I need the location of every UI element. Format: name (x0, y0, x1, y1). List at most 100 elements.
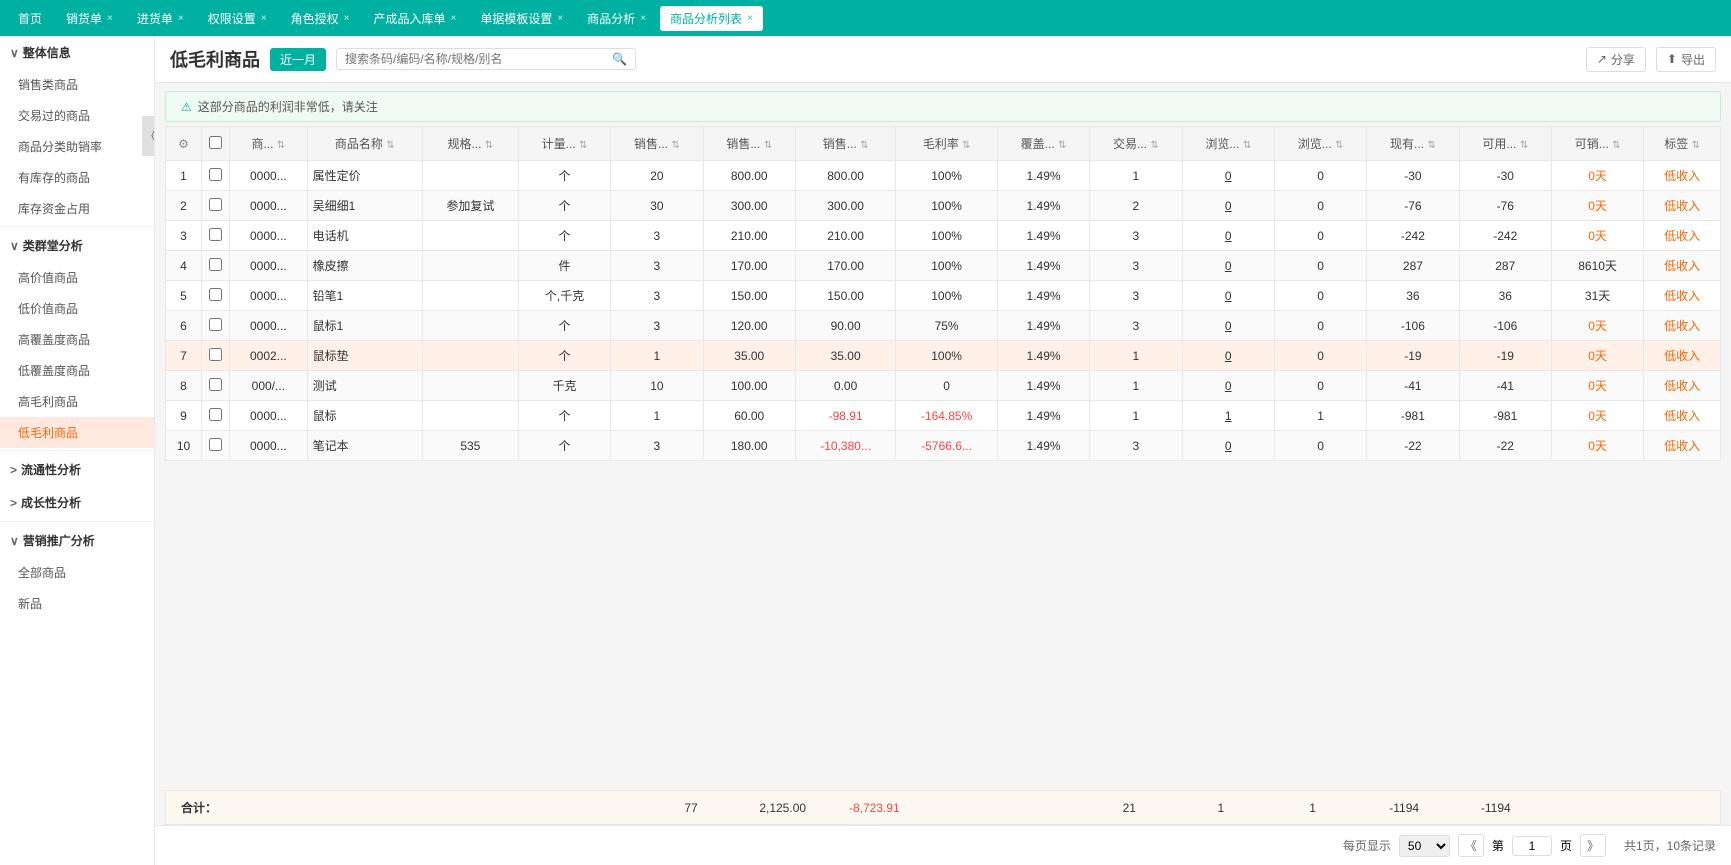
td-sales3: 150.00 (795, 281, 895, 311)
nav-sales[interactable]: 销货单 × (56, 6, 123, 31)
select-all-checkbox[interactable] (209, 136, 222, 149)
nav-permissions[interactable]: 权限设置 × (198, 6, 277, 31)
td-browse1[interactable]: 1 (1182, 401, 1274, 431)
td-checkbox[interactable] (202, 281, 230, 311)
sidebar-item-new-goods[interactable]: 新品 (0, 588, 154, 619)
close-icon[interactable]: × (261, 13, 267, 24)
td-code: 0000... (230, 251, 308, 281)
per-page-select[interactable]: 50 100 200 (1399, 835, 1450, 857)
td-browse2: 0 (1274, 311, 1366, 341)
th-stock2[interactable]: 可用... ⇅ (1459, 127, 1551, 161)
th-sales1[interactable]: 销售... ⇅ (611, 127, 703, 161)
export-button[interactable]: ⬆ 导出 (1656, 47, 1716, 72)
sidebar-item-high-value[interactable]: 高价值商品 (0, 262, 154, 293)
table-wrapper[interactable]: ⚙ 商... ⇅ 商品名称 ⇅ 规格... ⇅ 计量... ⇅ 销售... ⇅ … (155, 126, 1731, 790)
nav-purchase[interactable]: 进货单 × (127, 6, 194, 31)
close-icon[interactable]: × (107, 13, 113, 24)
td-checkbox[interactable] (202, 341, 230, 371)
td-browse1[interactable]: 0 (1182, 371, 1274, 401)
settings-icon[interactable]: ⚙ (178, 137, 189, 151)
sidebar-item-traded-goods[interactable]: 交易过的商品 (0, 100, 154, 131)
td-unit: 千克 (518, 371, 610, 401)
search-input[interactable] (345, 52, 612, 66)
td-checkbox[interactable] (202, 251, 230, 281)
nav-home[interactable]: 首页 (8, 6, 52, 31)
th-unit[interactable]: 计量... ⇅ (518, 127, 610, 161)
th-coverage[interactable]: 覆盖... ⇅ (997, 127, 1089, 161)
td-browse1[interactable]: 0 (1182, 431, 1274, 461)
sidebar-item-stock-funds[interactable]: 库存资金占用 (0, 193, 154, 224)
prev-page-button[interactable]: 《 (1458, 834, 1484, 857)
th-stock1[interactable]: 现有... ⇅ (1367, 127, 1459, 161)
th-checkbox[interactable] (202, 127, 230, 161)
td-checkbox[interactable] (202, 221, 230, 251)
sidebar-item-high-coverage[interactable]: 高覆盖度商品 (0, 324, 154, 355)
nav-template[interactable]: 单据模板设置 × (470, 6, 573, 31)
td-name: 笔记本 (307, 431, 422, 461)
sidebar-group-cluster[interactable]: ∨ 类群堂分析 (0, 229, 154, 262)
close-icon[interactable]: × (640, 13, 646, 24)
sidebar-item-low-value[interactable]: 低价值商品 (0, 293, 154, 324)
td-unit: 个 (518, 401, 610, 431)
th-name[interactable]: 商品名称 ⇅ (307, 127, 422, 161)
th-settings[interactable]: ⚙ (166, 127, 202, 161)
th-tag[interactable]: 标签 ⇅ (1644, 127, 1721, 161)
footer-label: 合计： (181, 799, 217, 816)
td-browse1[interactable]: 0 (1182, 341, 1274, 371)
td-checkbox[interactable] (202, 191, 230, 221)
td-browse1[interactable]: 0 (1182, 221, 1274, 251)
th-browse2[interactable]: 浏览... ⇅ (1274, 127, 1366, 161)
sidebar-item-all-goods[interactable]: 全部商品 (0, 557, 154, 588)
th-code[interactable]: 商... ⇅ (230, 127, 308, 161)
nav-product-analysis-list[interactable]: 商品分析列表 × (660, 6, 763, 31)
th-sales2[interactable]: 销售... ⇅ (703, 127, 795, 161)
filter-button[interactable]: 近一月 (270, 48, 326, 71)
td-checkbox[interactable] (202, 371, 230, 401)
td-browse1[interactable]: 0 (1182, 161, 1274, 191)
td-checkbox[interactable] (202, 431, 230, 461)
close-icon[interactable]: × (747, 13, 753, 24)
next-page-button[interactable]: 》 (1580, 834, 1606, 857)
td-checkbox[interactable] (202, 161, 230, 191)
sidebar-item-low-coverage[interactable]: 低覆盖度商品 (0, 355, 154, 386)
nav-product-analysis[interactable]: 商品分析 × (577, 6, 656, 31)
th-trade[interactable]: 交易... ⇅ (1090, 127, 1182, 161)
search-icon[interactable]: 🔍 (612, 52, 627, 66)
td-stock1: -76 (1367, 191, 1459, 221)
td-browse1[interactable]: 0 (1182, 311, 1274, 341)
sidebar-item-sales-rate[interactable]: 商品分类助销率 (0, 131, 154, 162)
td-browse1[interactable]: 0 (1182, 281, 1274, 311)
td-browse1[interactable]: 0 (1182, 251, 1274, 281)
td-checkbox[interactable] (202, 311, 230, 341)
sidebar-collapse-btn[interactable]: 《 (142, 116, 155, 156)
close-icon[interactable]: × (178, 13, 184, 24)
th-spec[interactable]: 规格... ⇅ (422, 127, 518, 161)
close-icon[interactable]: × (344, 13, 350, 24)
close-icon[interactable]: × (450, 13, 456, 24)
sidebar-group-marketing[interactable]: ∨ 营销推广分析 (0, 524, 154, 557)
sidebar-item-stocked-goods[interactable]: 有库存的商品 (0, 162, 154, 193)
sidebar-item-sales-goods[interactable]: 销售类商品 (0, 69, 154, 100)
td-spec: 参加复试 (422, 191, 518, 221)
sidebar-item-low-margin[interactable]: 低毛利商品 (0, 417, 154, 448)
nav-product-in[interactable]: 产成品入库单 × (363, 6, 466, 31)
td-checkbox[interactable] (202, 401, 230, 431)
page-input[interactable] (1512, 836, 1552, 856)
th-sales3[interactable]: 销售... ⇅ (795, 127, 895, 161)
sidebar-group-overall[interactable]: ∨ 整体信息 (0, 36, 154, 69)
share-button[interactable]: ↗ 分享 (1586, 47, 1646, 72)
sidebar-item-high-margin[interactable]: 高毛利商品 (0, 386, 154, 417)
close-icon[interactable]: × (557, 13, 563, 24)
th-margin[interactable]: 毛利率 ⇅ (896, 127, 998, 161)
sidebar-group-growth[interactable]: > 成长性分析 (0, 486, 154, 519)
td-tag: 低收入 (1644, 281, 1721, 311)
per-page-label: 每页显示 (1343, 837, 1391, 854)
nav-role[interactable]: 角色授权 × (281, 6, 360, 31)
notice-text: 这部分商品的利润非常低，请关注 (198, 98, 378, 115)
td-browse1[interactable]: 0 (1182, 191, 1274, 221)
sidebar-group-flow[interactable]: > 流通性分析 (0, 453, 154, 486)
th-stock3[interactable]: 可销... ⇅ (1551, 127, 1643, 161)
th-browse1[interactable]: 浏览... ⇅ (1182, 127, 1274, 161)
td-margin: 0 (896, 371, 998, 401)
search-box[interactable]: 🔍 (336, 48, 636, 70)
